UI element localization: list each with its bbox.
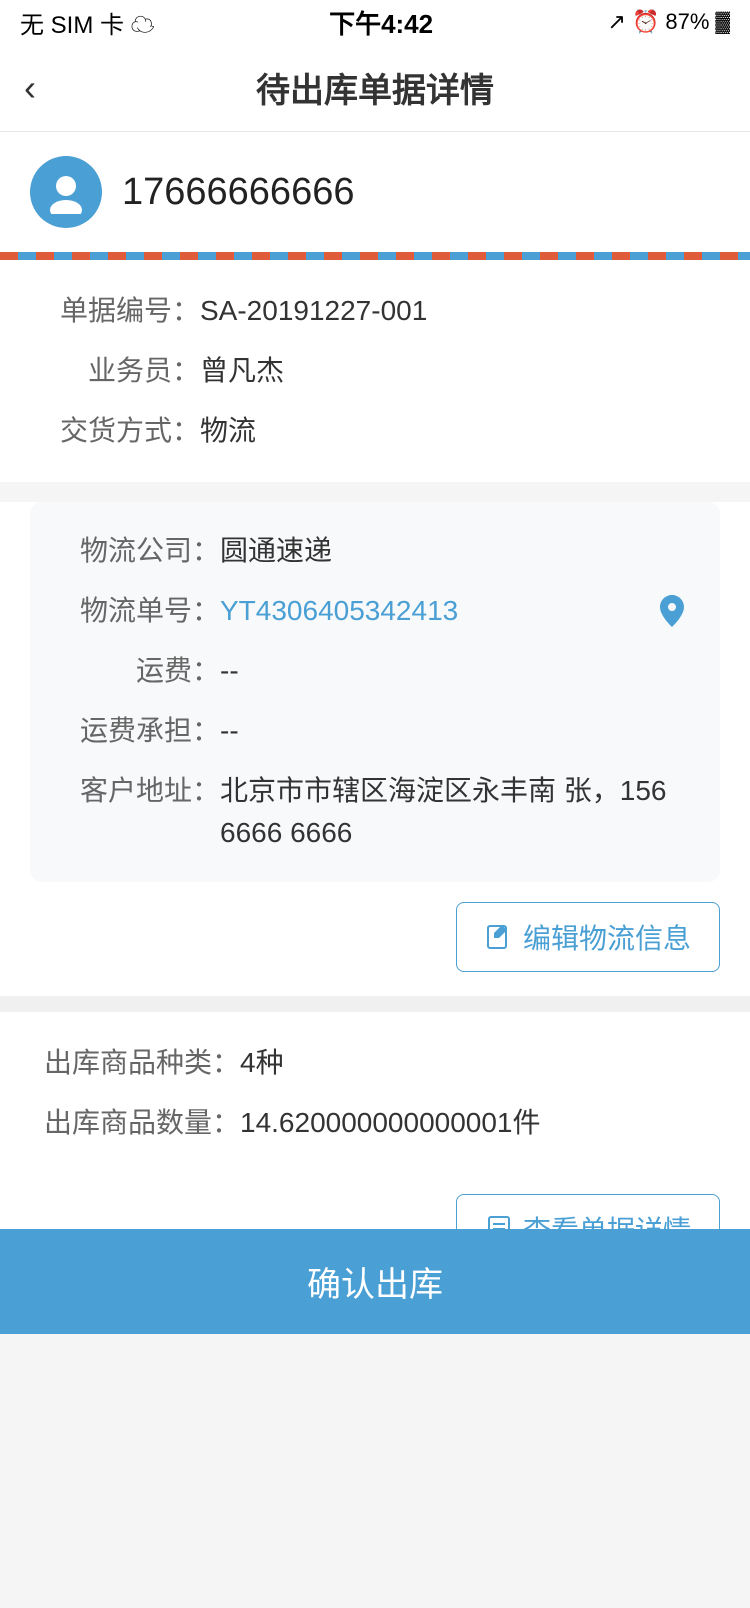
address-label: 客户地址： xyxy=(60,770,220,812)
sim-status: 无 SIM 卡 ☁ xyxy=(20,5,155,40)
person-icon xyxy=(44,170,88,214)
status-time: 下午4:42 xyxy=(329,4,433,41)
edit-logistics-row: 编辑物流信息 xyxy=(0,882,750,996)
quantity-label: 出库商品数量： xyxy=(40,1102,240,1144)
edit-logistics-label: 编辑物流信息 xyxy=(523,917,691,957)
section-divider xyxy=(0,996,750,1012)
alarm-icon: ⏰ xyxy=(632,9,659,35)
status-right: ↗ ⏰ 87% ▓ xyxy=(608,9,730,35)
logistics-company-value: 圆通速递 xyxy=(220,530,690,572)
category-row: 出库商品种类： 4种 xyxy=(40,1042,710,1084)
address-row: 客户地址： 北京市市辖区海淀区永丰南 张，156 6666 6666 xyxy=(60,770,690,854)
page-title: 待出库单据详情 xyxy=(256,63,494,112)
tracking-number-row: 物流单号： YT4306405342413 xyxy=(60,590,690,632)
delivery-method-row: 交货方式： 物流 xyxy=(40,410,710,452)
location-icon-status: ↗ xyxy=(608,9,626,35)
battery-icon: ▓ xyxy=(715,11,730,34)
order-number-label: 单据编号： xyxy=(40,290,200,332)
freight-value: -- xyxy=(220,650,690,692)
customer-header: 17666666666 xyxy=(0,132,750,252)
confirm-button-container: 确认出库 xyxy=(0,1229,750,1334)
category-value: 4种 xyxy=(240,1042,710,1084)
edit-logistics-button[interactable]: 编辑物流信息 xyxy=(456,902,720,972)
freight-bear-row: 运费承担： -- xyxy=(60,710,690,752)
basic-info-section: 单据编号： SA-20191227-001 业务员： 曾凡杰 交货方式： 物流 xyxy=(0,260,750,482)
sales-person-label: 业务员： xyxy=(40,350,200,392)
logistics-company-label: 物流公司： xyxy=(60,530,220,572)
customer-phone: 17666666666 xyxy=(122,171,354,214)
status-bar: 无 SIM 卡 ☁ 下午4:42 ↗ ⏰ 87% ▓ xyxy=(0,0,750,44)
freight-row: 运费： -- xyxy=(60,650,690,692)
delivery-method-label: 交货方式： xyxy=(40,410,200,452)
sales-person-row: 业务员： 曾凡杰 xyxy=(40,350,710,392)
order-number-value: SA-20191227-001 xyxy=(200,290,710,332)
confirm-outbound-button[interactable]: 确认出库 xyxy=(0,1257,750,1306)
map-pin-icon[interactable] xyxy=(654,593,690,629)
dashed-divider xyxy=(0,252,750,260)
nav-bar: ‹ 待出库单据详情 xyxy=(0,44,750,132)
tracking-value: YT4306405342413 xyxy=(220,590,644,632)
delivery-method-value: 物流 xyxy=(200,410,710,452)
quantity-row: 出库商品数量： 14.620000000000001件 xyxy=(40,1102,710,1144)
address-value: 北京市市辖区海淀区永丰南 张，156 6666 6666 xyxy=(220,770,690,854)
tracking-label: 物流单号： xyxy=(60,590,220,632)
edit-icon xyxy=(485,923,513,951)
back-button[interactable]: ‹ xyxy=(24,67,36,109)
freight-bear-value: -- xyxy=(220,710,690,752)
quantity-value: 14.620000000000001件 xyxy=(240,1102,710,1144)
logistics-company-row: 物流公司： 圆通速递 xyxy=(60,530,690,572)
status-left: 无 SIM 卡 ☁ xyxy=(20,5,155,40)
category-label: 出库商品种类： xyxy=(40,1042,240,1084)
sales-person-value: 曾凡杰 xyxy=(200,350,710,392)
outbound-info-section: 出库商品种类： 4种 出库商品数量： 14.620000000000001件 xyxy=(0,1012,750,1174)
freight-bear-label: 运费承担： xyxy=(60,710,220,752)
avatar xyxy=(30,156,102,228)
logistics-section: 物流公司： 圆通速递 物流单号： YT4306405342413 运费： -- … xyxy=(0,502,750,882)
battery-level: 87% xyxy=(665,9,709,35)
order-number-row: 单据编号： SA-20191227-001 xyxy=(40,290,710,332)
logistics-card: 物流公司： 圆通速递 物流单号： YT4306405342413 运费： -- … xyxy=(30,502,720,882)
freight-label: 运费： xyxy=(60,650,220,692)
